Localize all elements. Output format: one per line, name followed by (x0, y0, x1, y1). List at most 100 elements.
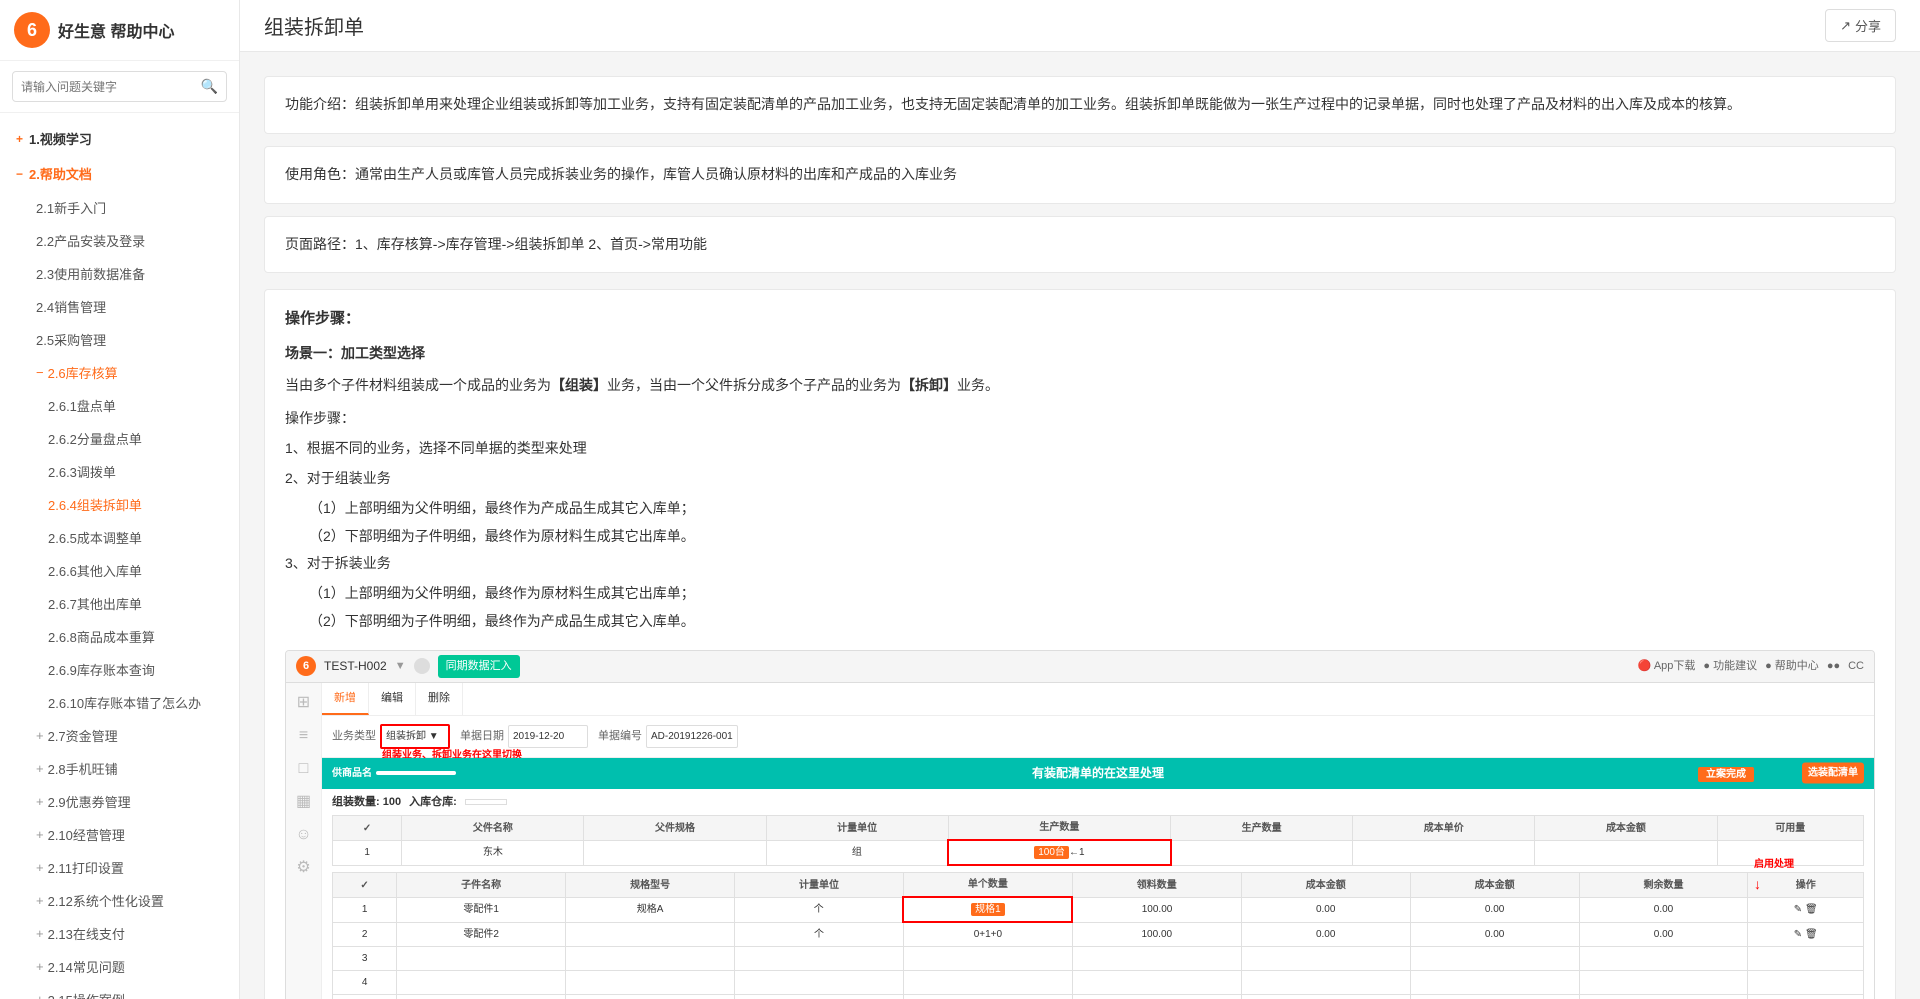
sidebar-item-cost[interactable]: 2.6.5成本调整单 (0, 521, 239, 554)
ss-nav-icon-list: ≡ (299, 722, 308, 749)
sidebar-item-finance[interactable]: + 2.7资金管理 (0, 719, 239, 752)
sidebar-header: 6 好生意 帮助中心 (0, 0, 239, 61)
content-area: 功能介绍：组装拆卸单用来处理企业组装或拆卸等加工业务，支持有固定装配清单的产品加… (240, 52, 1920, 999)
sidebar-item-cases[interactable]: + 2.15操作案例 (0, 983, 239, 999)
sidebar-item-label: 2.11打印设置 (48, 858, 124, 877)
expand-icon: + (36, 959, 44, 974)
sidebar-item-label: 2.5采购管理 (36, 330, 106, 349)
sidebar-item-label: 1.视频学习 (29, 129, 92, 148)
sidebar-item-inother[interactable]: 2.6.6其他入库单 (0, 554, 239, 587)
table-row: 1 东木 组 100台←1 (333, 840, 1864, 865)
ss-warehouse-select[interactable] (465, 799, 507, 805)
sidebar-item-stockerror[interactable]: 2.6.10库存账本错了怎么办 (0, 686, 239, 719)
sidebar-item-docs[interactable]: − 2.帮助文档 (0, 156, 239, 191)
annotation-enable: 启用处理 ↓ (1754, 856, 1794, 897)
sidebar-item-label: 2.6.3调拨单 (48, 462, 116, 481)
ss-nav-icon-home: ⊞ (297, 689, 310, 716)
ss-field-no: 单据编号 AD-20191226-001 (598, 725, 738, 748)
intro-text: 功能介绍：组装拆卸单用来处理企业组装或拆卸等加工业务，支持有固定装配清单的产品加… (285, 96, 1741, 112)
sidebar-item-adjust[interactable]: 2.6.3调拨单 (0, 455, 239, 488)
step2-sub1: （1）上部明细为父件明细，最终作为产成品生成其它入库单； (309, 497, 1875, 521)
table-row: 4 (333, 971, 1864, 995)
sidebar-item-assembly[interactable]: 2.6.4组装拆卸单 (0, 488, 239, 521)
table-row: 1 零配件1 规格A 个 规格1 100.00 0.00 (333, 897, 1864, 922)
sidebar-item-install[interactable]: 2.2产品安装及登录 (0, 224, 239, 257)
ss-nav-icon-chart: ▦ (296, 788, 311, 815)
ss-no-label: 单据编号 (598, 727, 642, 746)
main-area: 组装拆卸单 ↗ 分享 功能介绍：组装拆卸单用来处理企业组装或拆卸等加工业务，支持… (240, 0, 1920, 999)
sidebar-item-label: 2.7资金管理 (48, 726, 118, 745)
sidebar-item-label: 2.14常见问题 (48, 957, 125, 976)
ss-confirm-btn[interactable]: 立案完成 (1698, 763, 1754, 783)
expand-icon: + (36, 926, 44, 941)
expand-icon: − (16, 167, 23, 181)
sidebar-item-label: 2.3使用前数据准备 (36, 264, 145, 283)
sidebar-item-label: 2.9优惠券管理 (48, 792, 131, 811)
sidebar-item-split[interactable]: 2.6.2分量盘点单 (0, 422, 239, 455)
role-text: 使用角色：通常由生产人员或库管人员完成拆装业务的操作，库管人员确认原材料的出库和… (285, 166, 957, 182)
expand-icon: + (36, 794, 44, 809)
sidebar-item-inventory[interactable]: − 2.6库存核算 (0, 356, 239, 389)
sidebar-item-operation[interactable]: + 2.10经营管理 (0, 818, 239, 851)
sidebar-item-goodscost[interactable]: 2.6.8商品成本重算 (0, 620, 239, 653)
step3-sub1: （1）上部明细为父件明细，最终作为原材料生成其它出库单； (309, 582, 1875, 606)
app-logo: 6 (14, 12, 50, 48)
sidebar-item-print[interactable]: + 2.11打印设置 (0, 851, 239, 884)
ss-date-value[interactable]: 2019-12-20 (508, 725, 588, 748)
ss-body: ⊞ ≡ □ ▦ ☺ ⚙ 新增 (286, 683, 1874, 999)
step2: 2、对于组装业务 (285, 467, 1875, 491)
sidebar-item-label: 2.12系统个性化设置 (48, 891, 164, 910)
search-icon[interactable]: 🔍 (193, 72, 226, 101)
sidebar-item-label: 2.6.2分量盘点单 (48, 429, 142, 448)
sidebar-item-data[interactable]: 2.3使用前数据准备 (0, 257, 239, 290)
sidebar-item-purchase[interactable]: 2.5采购管理 (0, 323, 239, 356)
sidebar-item-label: 2.6.10库存账本错了怎么办 (48, 693, 201, 712)
step3: 3、对于拆装业务 (285, 552, 1875, 576)
screenshot: 6 TEST-H002 ▼ 同期数据汇入 🔴 App下载 ● 功能建议 ● 帮助… (285, 650, 1875, 999)
ss-tab-edit[interactable]: 编辑 (369, 683, 416, 716)
ss-green-btn: 同期数据汇入 (438, 655, 520, 678)
ss-no-value[interactable]: AD-20191226-001 (646, 725, 738, 748)
expand-icon: + (16, 132, 23, 146)
ss-tab-new[interactable]: 新增 (322, 683, 369, 716)
expand-icon: + (36, 827, 44, 842)
ss-nav-icon-gear: ⚙ (296, 854, 310, 881)
sidebar-item-outother[interactable]: 2.6.7其他出库单 (0, 587, 239, 620)
sidebar-item-onlinepay[interactable]: + 2.13在线支付 (0, 917, 239, 950)
expand-icon: + (36, 893, 44, 908)
sidebar-item-label: 2.6.4组装拆卸单 (48, 495, 142, 514)
sidebar-item-stockcheck[interactable]: 2.6.9库存账本查询 (0, 653, 239, 686)
sidebar: 6 好生意 帮助中心 🔍 + 1.视频学习 − 2.帮助文档 2.1新手入门 2… (0, 0, 240, 999)
sidebar-item-new[interactable]: 2.1新手入门 (0, 191, 239, 224)
sidebar-item-video[interactable]: + 1.视频学习 (0, 121, 239, 156)
page-title: 组装拆卸单 (264, 11, 364, 40)
ss-company: TEST-H002 (324, 656, 387, 676)
search-box: 🔍 (0, 61, 239, 113)
sidebar-item-label: 2.8手机旺铺 (48, 759, 118, 778)
ss-search-input[interactable] (376, 771, 456, 775)
ss-tab-delete[interactable]: 删除 (416, 683, 463, 716)
sidebar-item-coupon[interactable]: + 2.9优惠券管理 (0, 785, 239, 818)
expand-icon: + (36, 992, 44, 999)
ss-nav-icon-person: ☺ (295, 821, 311, 848)
step1: 1、根据不同的业务，选择不同单据的类型来处理 (285, 437, 1875, 461)
ss-form-area: 业务类型 组装拆卸 ▼ 单据日期 2019-12-20 (322, 716, 1874, 758)
ss-upper-label: 组装数量: 100 入库仓库: (322, 789, 1874, 816)
sidebar-item-label: 2.6.8商品成本重算 (48, 627, 155, 646)
ss-date-label: 单据日期 (460, 727, 504, 746)
sidebar-item-stocktake[interactable]: 2.6.1盘点单 (0, 389, 239, 422)
sidebar-item-faq[interactable]: + 2.14常见问题 (0, 950, 239, 983)
share-icon: ↗ (1840, 18, 1851, 34)
sidebar-item-label: 2.4销售管理 (36, 297, 106, 316)
search-input[interactable] (13, 74, 193, 100)
ss-select-btn[interactable]: 选装配清单 (1802, 763, 1864, 784)
path-text: 页面路径：1、库存核算->库存管理->组装拆卸单 2、首页->常用功能 (285, 236, 707, 252)
sidebar-item-mobile[interactable]: + 2.8手机旺铺 (0, 752, 239, 785)
expand-icon: + (36, 761, 44, 776)
sidebar-item-personalize[interactable]: + 2.12系统个性化设置 (0, 884, 239, 917)
ss-select-btn-area: 选装配清单 (1802, 763, 1864, 784)
sidebar-item-sales[interactable]: 2.4销售管理 (0, 290, 239, 323)
sidebar-item-label: 2.15操作案例 (48, 990, 125, 999)
share-button[interactable]: ↗ 分享 (1825, 9, 1896, 42)
step2-sub2: （2）下部明细为子件明细，最终作为原材料生成其它出库单。 (309, 525, 1875, 549)
